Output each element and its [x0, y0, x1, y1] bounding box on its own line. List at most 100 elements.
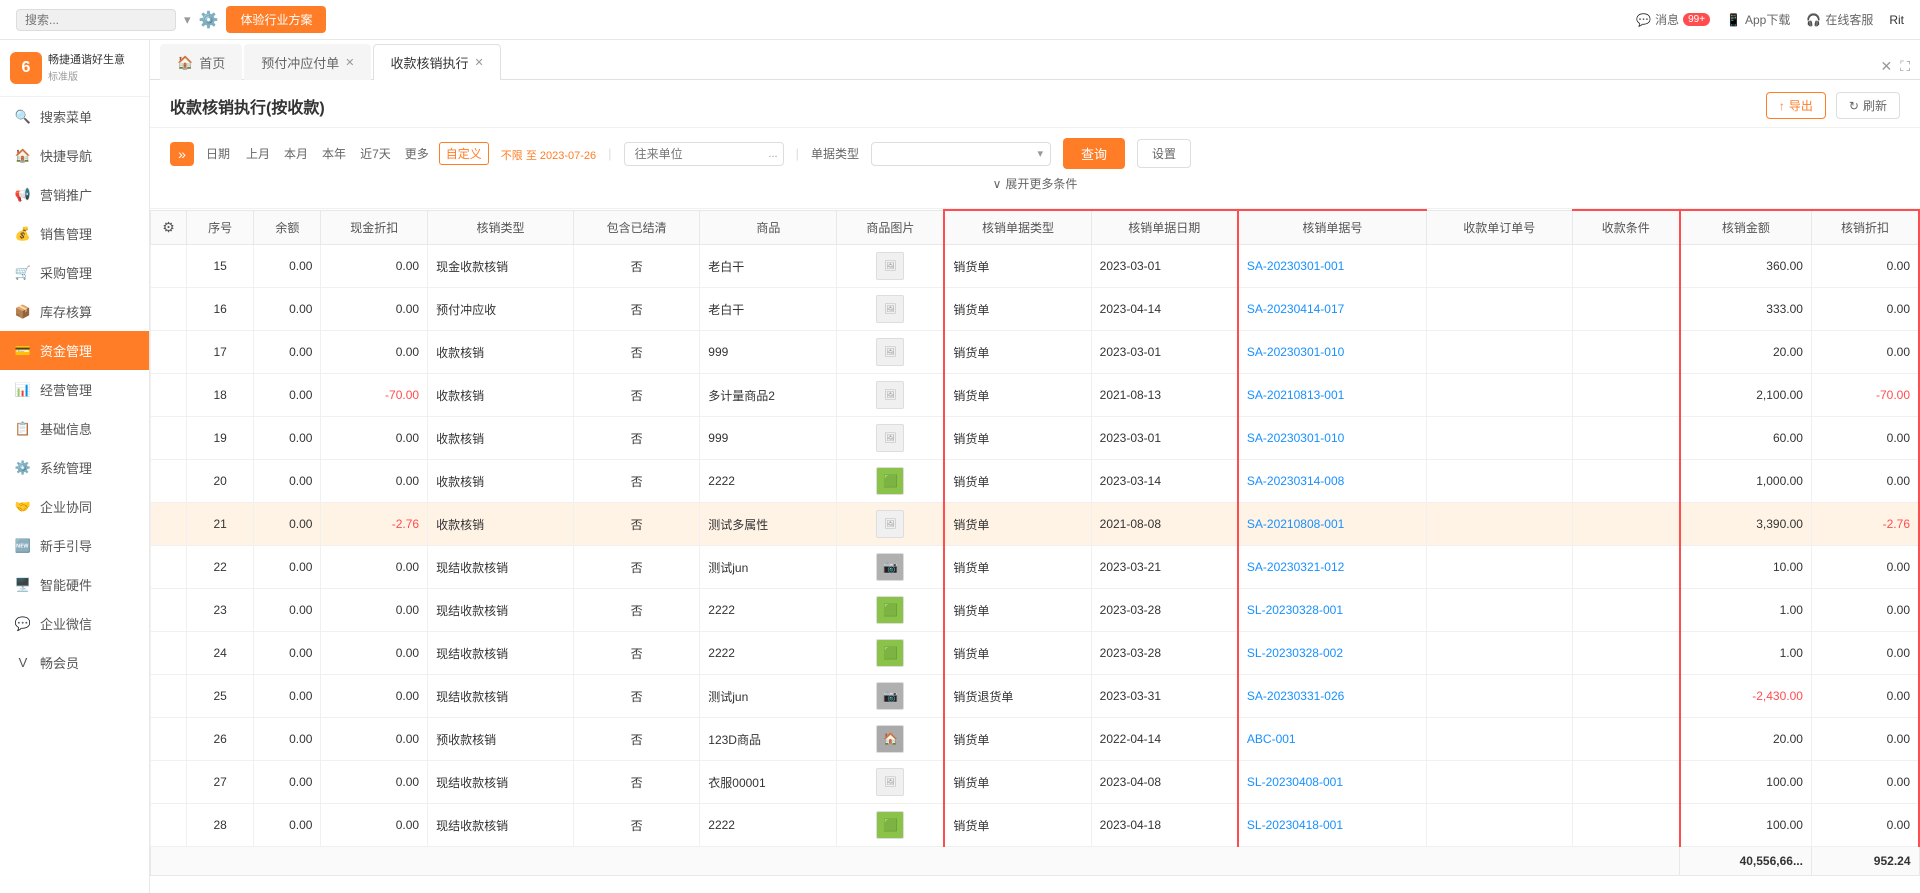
row-receipt-order-no	[1426, 288, 1572, 331]
row-bill-no[interactable]: SL-20230418-001	[1238, 804, 1426, 847]
sidebar-item-purchase[interactable]: 🛒采购管理	[0, 253, 149, 292]
row-bill-no[interactable]: SA-20230301-010	[1238, 331, 1426, 374]
row-balance: 0.00	[254, 589, 321, 632]
sidebar-item-sales[interactable]: 💰销售管理	[0, 214, 149, 253]
refresh-btn[interactable]: ↻ 刷新	[1836, 92, 1900, 119]
expand-more-btn[interactable]: ∨ 展开更多条件	[170, 169, 1900, 198]
sidebar-item-marketing[interactable]: 📢营销推广	[0, 175, 149, 214]
table-row: 18 0.00 -70.00 收款核销 否 多计量商品2 🖼 销货单 2021-…	[151, 374, 1920, 417]
bill-no-link[interactable]: SL-20230408-001	[1247, 775, 1343, 789]
table-container[interactable]: ⚙ 序号 余额 现金折扣 核销类型 包含已结清 商品 商品图片 核销单据类型 核…	[150, 209, 1920, 893]
table-settings-icon[interactable]: ⚙	[162, 219, 175, 235]
bill-no-link[interactable]: SL-20230328-001	[1247, 603, 1343, 617]
bill-no-link[interactable]: SA-20230331-026	[1247, 689, 1344, 703]
row-writeoff-type: 收款核销	[428, 503, 574, 546]
row-settings-cell	[151, 761, 187, 804]
app-layout: 6 畅捷通谐好生意 标准版 🔍搜索菜单🏠快捷导航📢营销推广💰销售管理🛒采购管理📦…	[0, 40, 1920, 893]
bill-no-link[interactable]: SA-20230414-017	[1247, 302, 1344, 316]
date-this-year[interactable]: 本年	[318, 143, 350, 164]
tab-close-writeoff[interactable]: ✕	[474, 56, 483, 69]
bill-no-link[interactable]: SL-20230328-002	[1247, 646, 1343, 660]
row-bill-no[interactable]: SL-20230328-002	[1238, 632, 1426, 675]
row-settings-cell	[151, 288, 187, 331]
gear-settings-icon[interactable]: ⚙️	[199, 10, 219, 30]
row-bill-date: 2023-03-31	[1091, 675, 1238, 718]
row-bill-no[interactable]: SA-20230414-017	[1238, 288, 1426, 331]
row-include-settled: 否	[574, 331, 700, 374]
tab-prepay[interactable]: 预付冲应付单✕	[244, 44, 371, 80]
sidebar-item-basic-info[interactable]: 📋基础信息	[0, 409, 149, 448]
sidebar-item-quick-nav[interactable]: 🏠快捷导航	[0, 136, 149, 175]
sidebar-item-guide[interactable]: 🆕新手引导	[0, 526, 149, 565]
tab-home[interactable]: 🏠首页	[160, 44, 242, 80]
bill-no-link[interactable]: SA-20230314-008	[1247, 474, 1344, 488]
row-goods: 测试多属性	[700, 503, 837, 546]
sidebar-icon-sales: 💰	[14, 226, 32, 242]
tab-close-prepay[interactable]: ✕	[345, 56, 354, 69]
row-receipt-order-no	[1426, 460, 1572, 503]
user-display[interactable]: Rit	[1889, 13, 1904, 27]
tab-label-home: 首页	[199, 53, 225, 72]
sidebar-label-wechat: 企业微信	[40, 614, 92, 633]
sidebar-item-system[interactable]: ⚙️系统管理	[0, 448, 149, 487]
bill-no-link[interactable]: SA-20210813-001	[1247, 388, 1344, 402]
row-settings-cell	[151, 331, 187, 374]
bill-no-link[interactable]: ABC-001	[1247, 732, 1296, 746]
tab-writeoff[interactable]: 收款核销执行✕	[373, 44, 500, 80]
th-settings[interactable]: ⚙	[151, 210, 187, 245]
row-num: 19	[187, 417, 254, 460]
row-num: 27	[187, 761, 254, 804]
settings-btn[interactable]: 设置	[1137, 139, 1191, 168]
row-bill-no[interactable]: SA-20210808-001	[1238, 503, 1426, 546]
date-custom-btn[interactable]: 自定义	[439, 142, 489, 165]
notification-area[interactable]: 💬 消息 99+	[1636, 11, 1710, 28]
row-bill-no[interactable]: ABC-001	[1238, 718, 1426, 761]
from-unit-input[interactable]	[624, 142, 784, 166]
bill-no-link[interactable]: SA-20230321-012	[1247, 560, 1344, 574]
bill-no-link[interactable]: SL-20230418-001	[1247, 818, 1343, 832]
bill-no-link[interactable]: SA-20210808-001	[1247, 517, 1344, 531]
online-service-link[interactable]: 🎧 在线客服	[1806, 11, 1873, 28]
sidebar-item-collab[interactable]: 🤝企业协同	[0, 487, 149, 526]
row-goods-img: 🖼	[837, 245, 944, 288]
dropdown-icon[interactable]: ▾	[184, 12, 191, 28]
bill-type-filter: ▾	[871, 142, 1051, 166]
row-cash-discount: 0.00	[321, 761, 428, 804]
close-tab-btn[interactable]: ✕	[1880, 58, 1892, 75]
sidebar-item-operations[interactable]: 📊经营管理	[0, 370, 149, 409]
maximize-btn[interactable]: ⛶	[1900, 58, 1910, 75]
row-bill-no[interactable]: SA-20230301-010	[1238, 417, 1426, 460]
export-btn[interactable]: ↑ 导出	[1766, 92, 1826, 119]
row-cash-discount: -70.00	[321, 374, 428, 417]
sidebar-icon-search: 🔍	[14, 109, 32, 125]
sidebar-item-inventory[interactable]: 📦库存核算	[0, 292, 149, 331]
row-bill-no[interactable]: SA-20230301-001	[1238, 245, 1426, 288]
row-bill-no[interactable]: SA-20210813-001	[1238, 374, 1426, 417]
bill-type-select[interactable]	[871, 142, 1051, 166]
row-include-settled: 否	[574, 546, 700, 589]
query-btn[interactable]: 查询	[1063, 138, 1125, 169]
date-7days[interactable]: 近7天	[356, 143, 395, 164]
row-bill-no[interactable]: SA-20230314-008	[1238, 460, 1426, 503]
trial-btn[interactable]: 体验行业方案	[226, 6, 326, 33]
row-bill-no[interactable]: SA-20230321-012	[1238, 546, 1426, 589]
row-bill-no[interactable]: SL-20230408-001	[1238, 761, 1426, 804]
row-bill-no[interactable]: SA-20230331-026	[1238, 675, 1426, 718]
sidebar-item-wechat[interactable]: 💬企业微信	[0, 604, 149, 643]
bill-no-link[interactable]: SA-20230301-010	[1247, 431, 1344, 445]
bill-no-link[interactable]: SA-20230301-001	[1247, 259, 1344, 273]
app-download-link[interactable]: 📱 App下载	[1726, 11, 1790, 28]
date-this-month[interactable]: 本月	[280, 143, 312, 164]
sidebar-item-finance[interactable]: 💳资金管理	[0, 331, 149, 370]
row-num: 20	[187, 460, 254, 503]
sidebar-item-search[interactable]: 🔍搜索菜单	[0, 97, 149, 136]
bill-no-link[interactable]: SA-20230301-010	[1247, 345, 1344, 359]
date-more[interactable]: 更多	[401, 143, 433, 164]
filter-collapse-btn[interactable]: »	[170, 142, 194, 166]
sidebar-item-vip[interactable]: V畅会员	[0, 643, 149, 682]
top-search-input[interactable]	[16, 9, 176, 31]
date-last-month[interactable]: 上月	[242, 143, 274, 164]
sidebar-item-smart-hw[interactable]: 🖥️智能硬件	[0, 565, 149, 604]
row-bill-no[interactable]: SL-20230328-001	[1238, 589, 1426, 632]
row-bill-type: 销货单	[944, 374, 1091, 417]
